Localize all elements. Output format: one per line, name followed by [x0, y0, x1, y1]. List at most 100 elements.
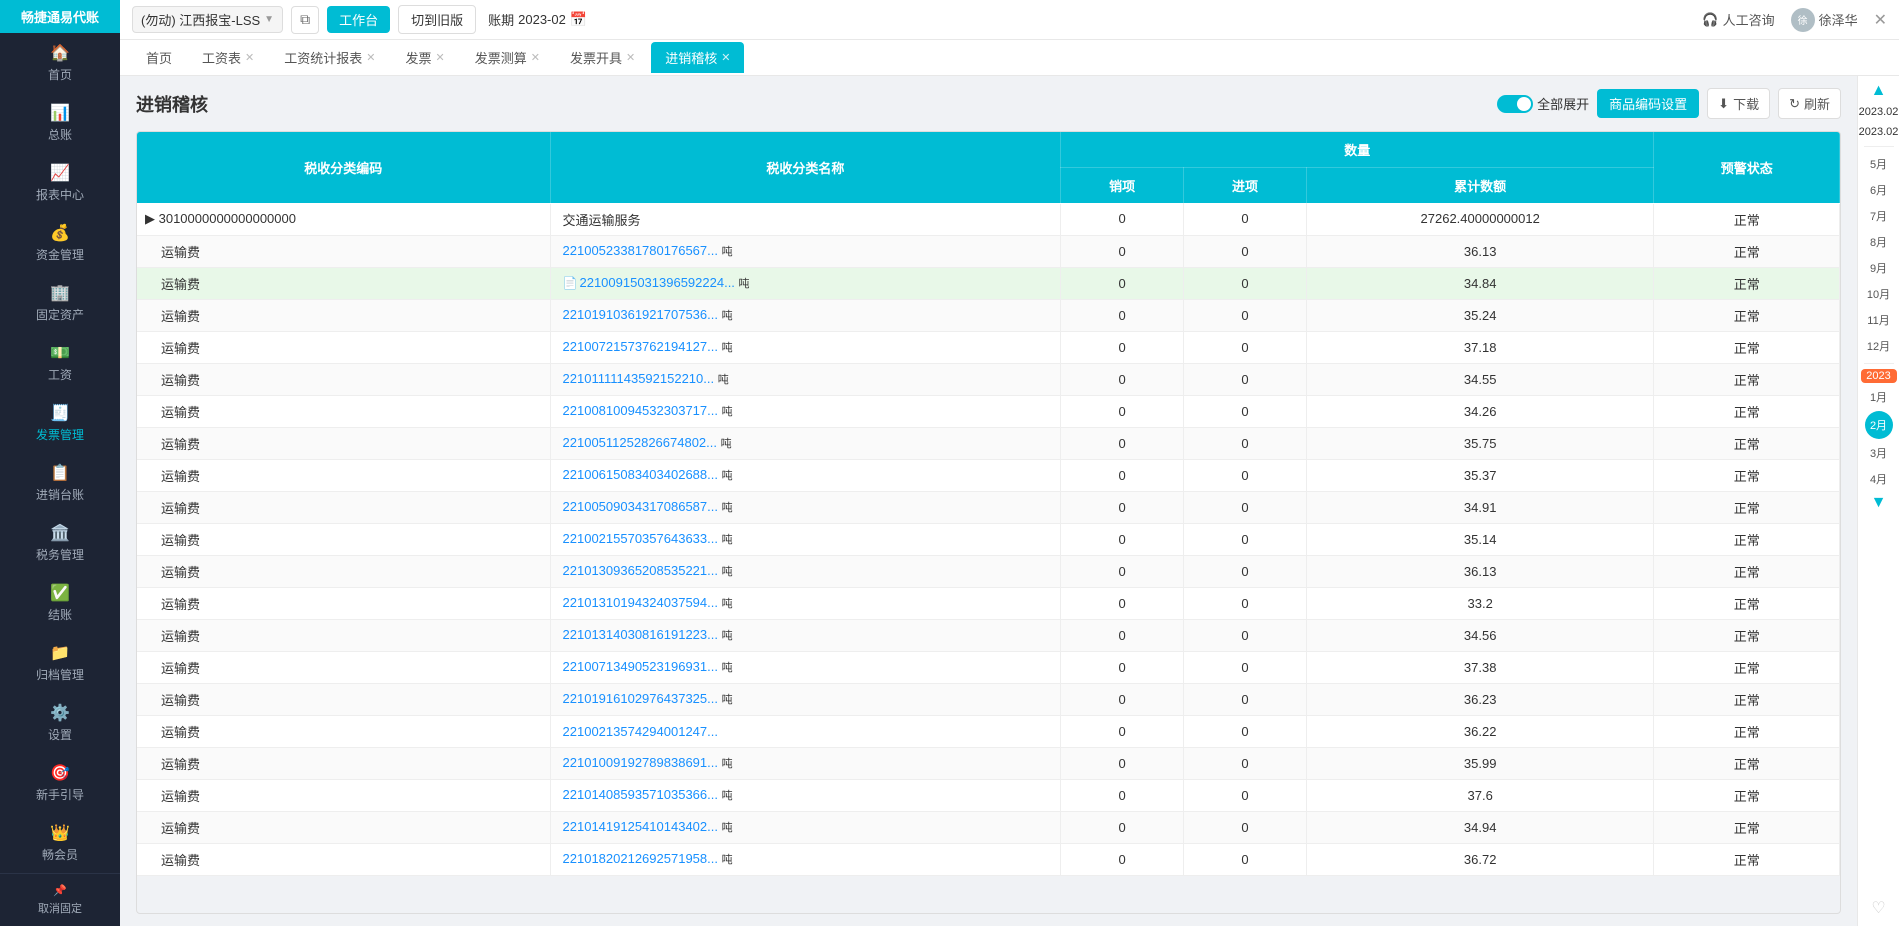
sidebar-item-assets[interactable]: 🏢 固定资产 [0, 273, 120, 333]
month-4[interactable]: 4月 [1861, 467, 1897, 491]
row-purchase: 0 [1184, 523, 1307, 555]
row-name: 运输费 [137, 619, 550, 651]
row-invoice: 22101314030816191223... 吨 [550, 619, 1061, 651]
tab-reconcile-close[interactable]: ✕ [721, 51, 730, 64]
month-6[interactable]: 6月 [1861, 178, 1897, 202]
user-menu[interactable]: 徐 徐泽华 [1791, 8, 1858, 32]
user-name: 徐泽华 [1819, 10, 1858, 29]
sidebar-item-member[interactable]: 👑 畅会员 [0, 813, 120, 873]
month-5[interactable]: 5月 [1861, 152, 1897, 176]
scroll-up-button[interactable]: ▲ [1869, 80, 1889, 102]
row-status: 正常 [1654, 427, 1840, 459]
month-12[interactable]: 12月 [1861, 334, 1897, 358]
parent-cumulative: 27262.40000000012 [1306, 203, 1654, 235]
period-area: 账期 2023-02 📅 [488, 10, 587, 29]
toggle-area: 全部展开 [1497, 94, 1589, 113]
tab-salary-report-close[interactable]: ✕ [366, 51, 375, 64]
tab-invoice-close[interactable]: ✕ [436, 51, 445, 64]
row-purchase: 0 [1184, 331, 1307, 363]
tab-invoice-label: 发票 [405, 48, 431, 67]
sidebar-item-label: 新手引导 [36, 786, 84, 803]
finance-icon: 💰 [50, 223, 70, 243]
row-sales: 0 [1061, 843, 1184, 875]
tab-salary-report[interactable]: 工资统计报表 ✕ [270, 42, 389, 73]
col-status: 预警状态 [1654, 132, 1840, 203]
sidebar-item-tax[interactable]: 🏛️ 税务管理 [0, 513, 120, 573]
page-title: 进销稽核 [136, 91, 208, 117]
month-8[interactable]: 8月 [1861, 230, 1897, 254]
month-7[interactable]: 7月 [1861, 204, 1897, 228]
service-button[interactable]: 🎧 人工咨询 [1702, 10, 1774, 29]
sidebar: 畅捷通易代账 🏠 首页 📊 总账 📈 报表中心 💰 资金管理 🏢 固定资产 💵 … [0, 0, 120, 926]
home-icon: 🏠 [50, 43, 70, 63]
close-icon[interactable]: ✕ [1874, 10, 1887, 30]
row-purchase: 0 [1184, 427, 1307, 459]
col-tax-code: 税收分类编码 [137, 132, 550, 203]
row-cumulative: 36.72 [1306, 843, 1654, 875]
sidebar-item-invoice[interactable]: 🧾 发票管理 [0, 393, 120, 453]
tab-reconcile[interactable]: 进销稽核 ✕ [651, 42, 744, 73]
workbench-button[interactable]: 工作台 [327, 6, 390, 33]
switch-version-button[interactable]: 切到旧版 [398, 5, 476, 34]
table-row: 运输费 22100810094532303717... 吨 0 0 34.26 … [137, 395, 1840, 427]
row-invoice: 22101310194324037594... 吨 [550, 587, 1061, 619]
sidebar-item-purchase-ledger[interactable]: 📋 进销台账 [0, 453, 120, 513]
sidebar-item-checkout[interactable]: ✅ 结账 [0, 573, 120, 633]
product-code-button[interactable]: 商品编码设置 [1597, 89, 1699, 118]
tab-home[interactable]: 首页 [132, 42, 186, 73]
sidebar-item-ledger[interactable]: 📊 总账 [0, 93, 120, 153]
row-purchase: 0 [1184, 811, 1307, 843]
ledger-icon: 📊 [50, 103, 70, 123]
year-label-prev2: 2023.02 [1857, 122, 1899, 142]
refresh-button[interactable]: ↻ 刷新 [1778, 88, 1841, 119]
sidebar-item-settings[interactable]: ⚙️ 设置 [0, 693, 120, 753]
refresh-icon: ↻ [1789, 96, 1800, 112]
month-10[interactable]: 10月 [1861, 282, 1897, 306]
month-3[interactable]: 3月 [1861, 441, 1897, 465]
calendar-icon[interactable]: 📅 [570, 11, 587, 28]
row-status: 正常 [1654, 459, 1840, 491]
company-selector[interactable]: (勿动) 江西报宝-LSS ▼ [132, 6, 283, 33]
right-panel: ▲ 2023.02 2023.02 5月 6月 7月 8月 9月 10月 11月… [1857, 76, 1899, 926]
download-button[interactable]: ⬇ 下载 [1707, 88, 1770, 119]
pin-label: 取消固定 [38, 900, 82, 916]
row-status: 正常 [1654, 811, 1840, 843]
tab-salary[interactable]: 工资表 ✕ [188, 42, 268, 73]
month-11[interactable]: 11月 [1861, 308, 1897, 332]
expand-toggle[interactable] [1497, 95, 1533, 113]
month-9[interactable]: 9月 [1861, 256, 1897, 280]
tab-invoice-calc[interactable]: 发票测算 ✕ [461, 42, 554, 73]
sidebar-item-home[interactable]: 🏠 首页 [0, 33, 120, 93]
month-1[interactable]: 1月 [1861, 385, 1897, 409]
row-cumulative: 36.13 [1306, 555, 1654, 587]
tab-salary-close[interactable]: ✕ [245, 51, 254, 64]
row-invoice: 22101408593571035366... 吨 [550, 779, 1061, 811]
tab-invoice-issue[interactable]: 发票开具 ✕ [556, 42, 649, 73]
sidebar-item-reports[interactable]: 📈 报表中心 [0, 153, 120, 213]
sidebar-item-archive[interactable]: 📁 归档管理 [0, 633, 120, 693]
year-label-prev: 2023.02 [1857, 102, 1899, 122]
heart-icon[interactable]: ♡ [1871, 898, 1885, 918]
settings-icon: ⚙️ [50, 703, 70, 723]
scroll-down-button[interactable]: ▼ [1869, 492, 1889, 514]
month-2-active[interactable]: 2月 [1865, 411, 1893, 439]
sidebar-item-salary[interactable]: 💵 工资 [0, 333, 120, 393]
tab-invoice[interactable]: 发票 ✕ [391, 42, 458, 73]
pin-icon: 📌 [53, 884, 67, 897]
row-cumulative: 36.13 [1306, 235, 1654, 267]
row-cumulative: 34.84 [1306, 267, 1654, 299]
sidebar-pin[interactable]: 📌 取消固定 [0, 873, 120, 926]
chevron-down-icon: ▼ [264, 14, 274, 25]
row-status: 正常 [1654, 523, 1840, 555]
sidebar-item-finance[interactable]: 💰 资金管理 [0, 213, 120, 273]
row-sales: 0 [1061, 715, 1184, 747]
row-name: 运输费 [137, 363, 550, 395]
tab-invoice-calc-close[interactable]: ✕ [531, 51, 540, 64]
tab-invoice-issue-close[interactable]: ✕ [626, 51, 635, 64]
table-row: 运输费 22101910361921707536... 吨 0 0 35.24 … [137, 299, 1840, 331]
table-row: 运输费 22101314030816191223... 吨 0 0 34.56 … [137, 619, 1840, 651]
sidebar-item-label: 报表中心 [36, 186, 84, 203]
sidebar-item-guide[interactable]: 🎯 新手引导 [0, 753, 120, 813]
row-cumulative: 37.18 [1306, 331, 1654, 363]
copy-button[interactable]: ⧉ [291, 6, 319, 34]
